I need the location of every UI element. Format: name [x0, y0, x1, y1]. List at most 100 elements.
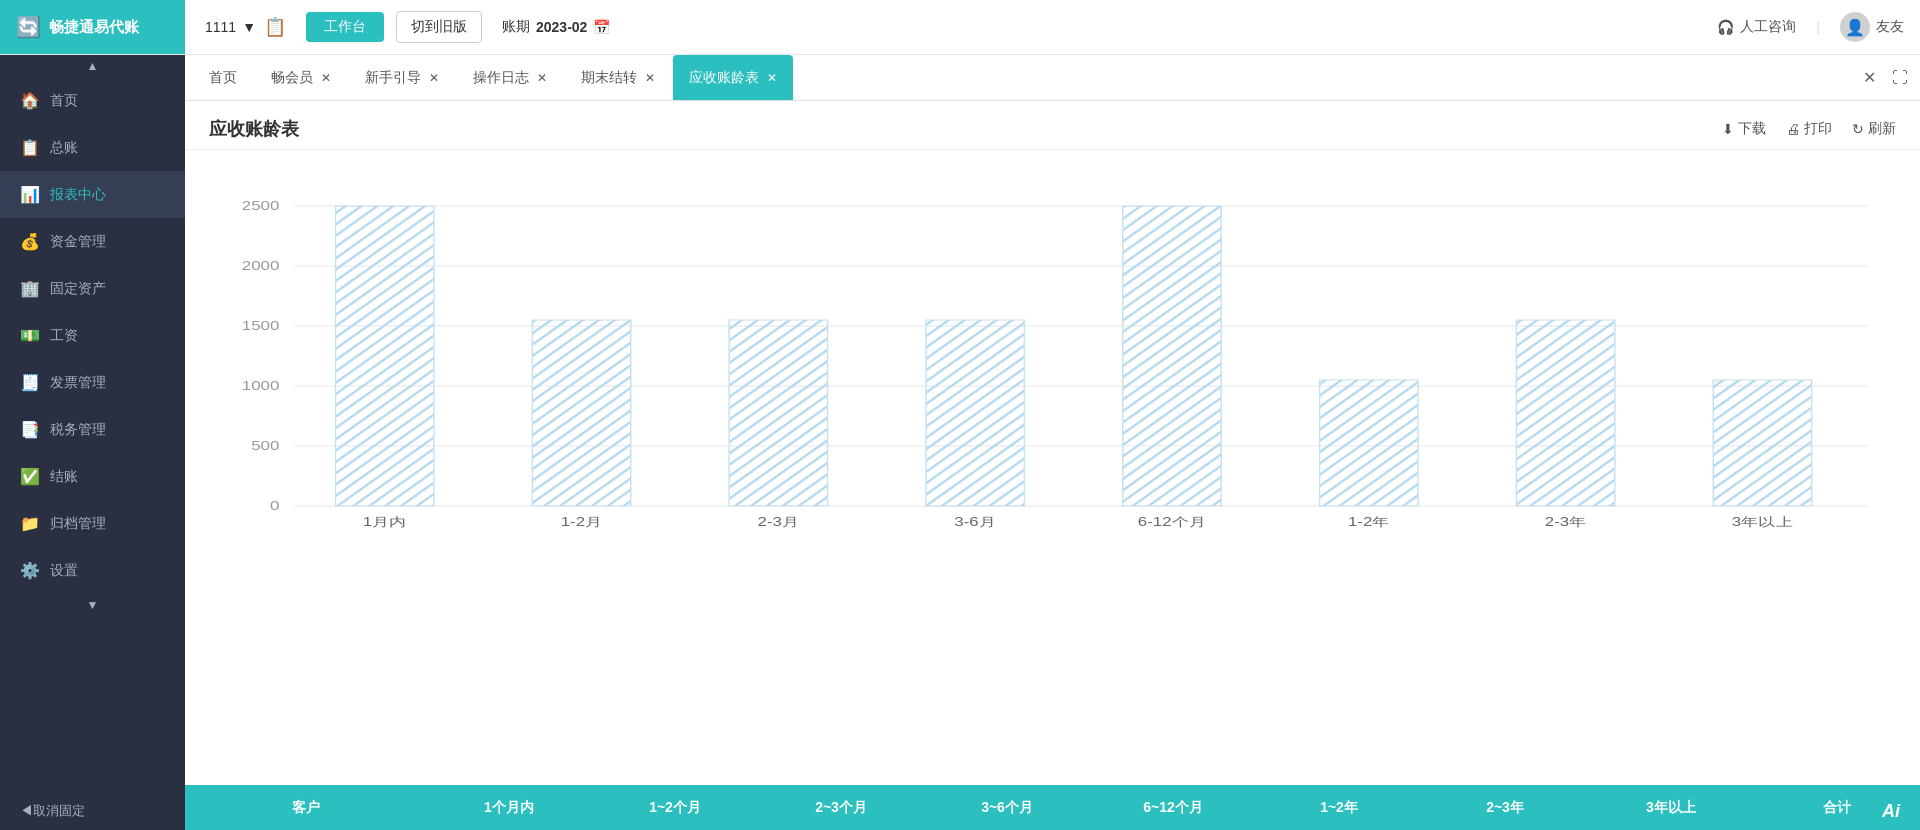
sidebar-item-tax[interactable]: 📑 税务管理 — [0, 406, 185, 453]
ai-label: Ai — [1882, 801, 1900, 821]
tab-home[interactable]: 首页 — [193, 55, 253, 100]
sidebar-item-assets[interactable]: 🏢 固定资产 — [0, 265, 185, 312]
bar-1月内 — [336, 206, 434, 506]
tab-period-end[interactable]: 期末结转 ✕ — [565, 55, 671, 100]
home-icon: 🏠 — [20, 91, 40, 110]
tab-log-close[interactable]: ✕ — [537, 71, 547, 85]
payroll-icon: 💵 — [20, 326, 40, 345]
svg-text:500: 500 — [251, 439, 279, 452]
tab-member-label: 畅会员 — [271, 69, 313, 87]
sidebar-item-invoice[interactable]: 🧾 发票管理 — [0, 359, 185, 406]
col-3-6m: 3~6个月 — [924, 799, 1090, 817]
col-2-3m: 2~3个月 — [758, 799, 924, 817]
header-company: 1111 ▼ 📋 — [205, 16, 286, 38]
tab-guide[interactable]: 新手引导 ✕ — [349, 55, 455, 100]
sidebar-item-funds[interactable]: 💰 资金管理 — [0, 218, 185, 265]
period-value: 2023-02 — [536, 19, 587, 35]
svg-text:1000: 1000 — [242, 379, 280, 392]
company-select[interactable]: 1111 ▼ — [205, 19, 256, 35]
svg-text:2-3月: 2-3月 — [758, 515, 800, 528]
sidebar-label-close: 结账 — [50, 468, 78, 486]
tab-period-end-close[interactable]: ✕ — [645, 71, 655, 85]
refresh-button[interactable]: ↻ 刷新 — [1852, 120, 1896, 138]
content-area: 首页 畅会员 ✕ 新手引导 ✕ 操作日志 ✕ 期末结转 ✕ 应收账龄表 ✕ — [185, 55, 1920, 830]
sidebar-item-ledger[interactable]: 📋 总账 — [0, 124, 185, 171]
sidebar-item-settings[interactable]: ⚙️ 设置 — [0, 547, 185, 594]
tab-member[interactable]: 畅会员 ✕ — [255, 55, 347, 100]
bar-3年以上 — [1713, 380, 1811, 506]
logo-area: 🔄 畅捷通易代账 — [0, 0, 185, 54]
main-layout: ▲ 🏠 首页 📋 总账 📊 报表中心 💰 资金管理 🏢 固定资产 💵 工资 🧾 … — [0, 55, 1920, 830]
page-actions: ⬇ 下载 🖨 打印 ↻ 刷新 — [1722, 120, 1896, 138]
sidebar-item-reports[interactable]: 📊 报表中心 — [0, 171, 185, 218]
col-6-12m: 6~12个月 — [1090, 799, 1256, 817]
download-button[interactable]: ⬇ 下载 — [1722, 120, 1766, 138]
tab-log-label: 操作日志 — [473, 69, 529, 87]
col-1m: 1个月内 — [426, 799, 592, 817]
tab-guide-close[interactable]: ✕ — [429, 71, 439, 85]
archive-icon: 📁 — [20, 514, 40, 533]
header-actions: 工作台 切到旧版 账期 2023-02 📅 — [306, 11, 610, 43]
headset-icon: 🎧 — [1717, 19, 1734, 35]
svg-text:1-2月: 1-2月 — [561, 515, 603, 528]
calendar-icon[interactable]: 📅 — [593, 19, 610, 35]
sidebar-scroll-up[interactable]: ▲ — [0, 55, 185, 77]
tab-close-all-icon[interactable]: ✕ — [1859, 64, 1880, 91]
bar-3-6月 — [926, 320, 1024, 506]
sidebar-item-close[interactable]: ✅ 结账 — [0, 453, 185, 500]
invoice-icon: 🧾 — [20, 373, 40, 392]
company-name: 1111 — [205, 19, 236, 35]
sidebar: ▲ 🏠 首页 📋 总账 📊 报表中心 💰 资金管理 🏢 固定资产 💵 工资 🧾 … — [0, 55, 185, 830]
tabs-bar: 首页 畅会员 ✕ 新手引导 ✕ 操作日志 ✕ 期末结转 ✕ 应收账龄表 ✕ — [185, 55, 1920, 101]
col-1-2m: 1~2个月 — [592, 799, 758, 817]
svg-text:3年以上: 3年以上 — [1732, 515, 1793, 528]
period-label: 账期 — [502, 18, 530, 36]
logo-icon: 🔄 — [16, 15, 41, 39]
col-2-3y: 2~3年 — [1422, 799, 1588, 817]
user-menu[interactable]: 👤 友友 — [1840, 12, 1904, 42]
print-button[interactable]: 🖨 打印 — [1786, 120, 1832, 138]
bar-2-3年 — [1516, 320, 1614, 506]
ai-badge[interactable]: Ai — [1862, 793, 1920, 830]
sidebar-item-home[interactable]: 🏠 首页 — [0, 77, 185, 124]
print-label: 打印 — [1804, 120, 1832, 138]
period-info: 账期 2023-02 📅 — [502, 18, 610, 36]
tab-log[interactable]: 操作日志 ✕ — [457, 55, 563, 100]
tab-ar-aging[interactable]: 应收账龄表 ✕ — [673, 55, 793, 100]
sidebar-label-payroll: 工资 — [50, 327, 78, 345]
tab-ar-aging-close[interactable]: ✕ — [767, 71, 777, 85]
sidebar-label-archive: 归档管理 — [50, 515, 106, 533]
bar-1-2年 — [1320, 380, 1418, 506]
sidebar-label-ledger: 总账 — [50, 139, 78, 157]
sidebar-scroll-down[interactable]: ▼ — [0, 594, 185, 616]
unpin-label: ◀︎取消固定 — [20, 802, 85, 820]
tab-period-end-label: 期末结转 — [581, 69, 637, 87]
sidebar-item-payroll[interactable]: 💵 工资 — [0, 312, 185, 359]
table-header: 客户 1个月内 1~2个月 2~3个月 3~6个月 6~12个月 1~2年 2~… — [185, 785, 1920, 830]
svg-text:1月内: 1月内 — [363, 515, 407, 528]
sidebar-label-funds: 资金管理 — [50, 233, 106, 251]
page-title: 应收账龄表 — [209, 117, 299, 141]
bar-chart: 0 500 1000 1500 2000 2500 — [209, 166, 1896, 546]
svg-text:1-2年: 1-2年 — [1348, 515, 1390, 528]
header-right: 🎧 人工咨询 | 👤 友友 — [1717, 12, 1904, 42]
tab-expand-icon[interactable]: ⛶ — [1888, 65, 1912, 91]
clipboard-icon[interactable]: 📋 — [264, 16, 286, 38]
support-link[interactable]: 🎧 人工咨询 — [1717, 18, 1796, 36]
svg-text:0: 0 — [270, 499, 279, 512]
sidebar-label-reports: 报表中心 — [50, 186, 106, 204]
sidebar-label-settings: 设置 — [50, 562, 78, 580]
tab-guide-label: 新手引导 — [365, 69, 421, 87]
tab-ar-aging-label: 应收账龄表 — [689, 69, 759, 87]
sidebar-unpin[interactable]: ◀︎取消固定 — [0, 792, 185, 830]
workbench-button[interactable]: 工作台 — [306, 12, 384, 42]
print-icon: 🖨 — [1786, 121, 1800, 137]
svg-text:2000: 2000 — [242, 259, 280, 272]
tab-member-close[interactable]: ✕ — [321, 71, 331, 85]
switch-old-button[interactable]: 切到旧版 — [396, 11, 482, 43]
col-1-2y: 1~2年 — [1256, 799, 1422, 817]
settings-icon: ⚙️ — [20, 561, 40, 580]
sidebar-item-archive[interactable]: 📁 归档管理 — [0, 500, 185, 547]
header: 🔄 畅捷通易代账 1111 ▼ 📋 工作台 切到旧版 账期 2023-02 📅 … — [0, 0, 1920, 55]
download-label: 下载 — [1738, 120, 1766, 138]
